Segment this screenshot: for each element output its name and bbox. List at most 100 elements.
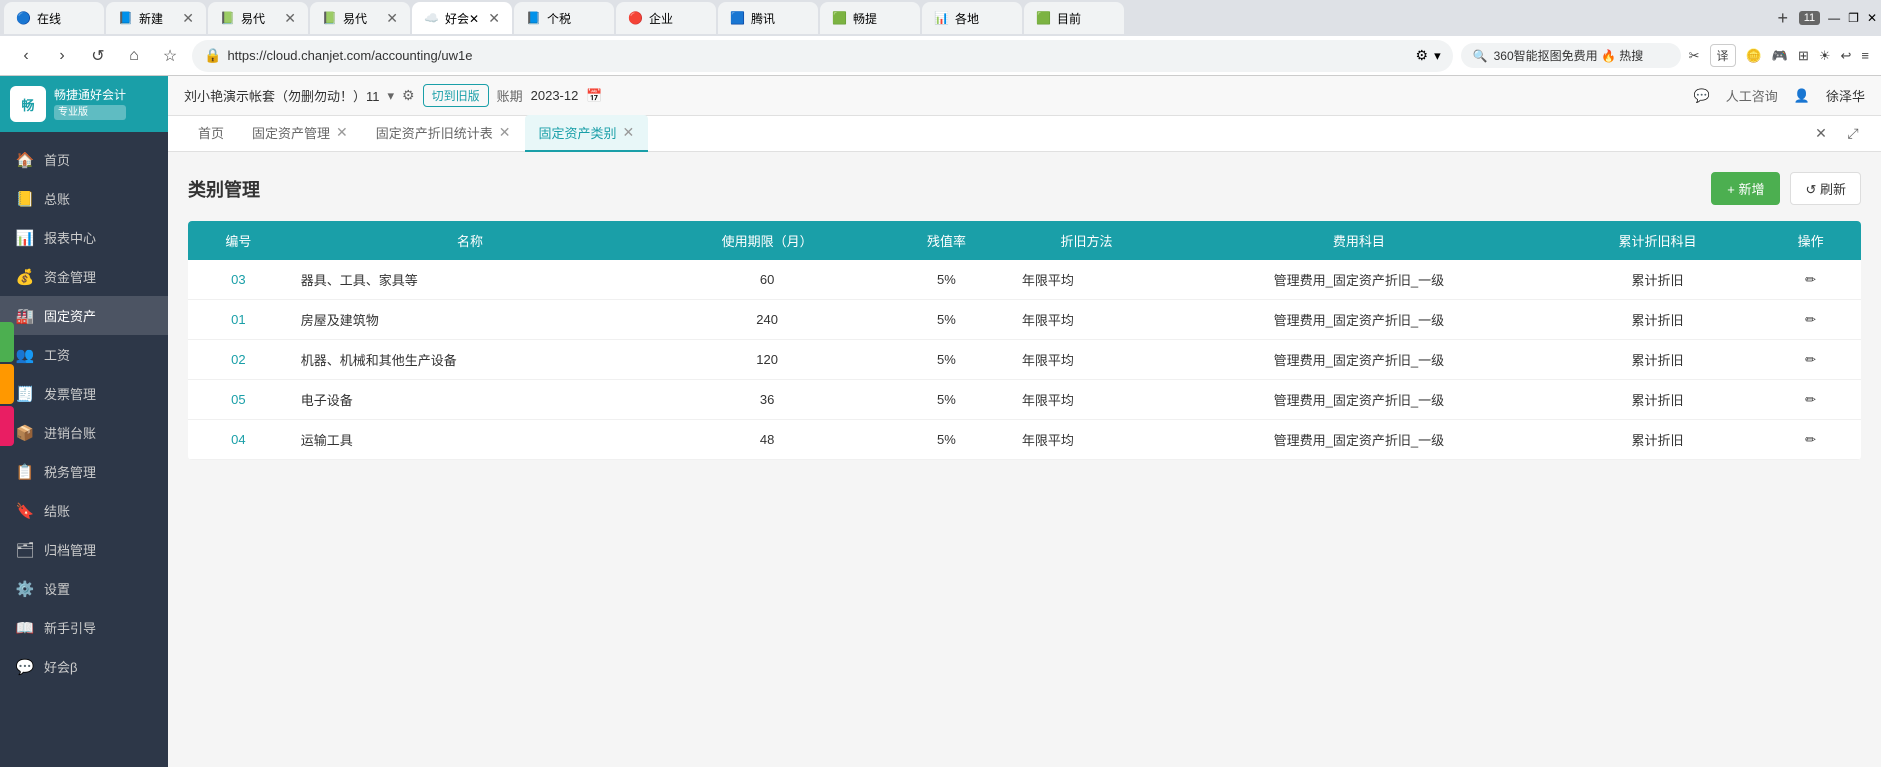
page-tab-close-icon[interactable]: ✕ xyxy=(336,124,348,141)
grid-icon[interactable]: ⊞ xyxy=(1798,48,1809,64)
coin-icon[interactable]: 🪙 xyxy=(1746,48,1762,64)
back-button[interactable]: ‹ xyxy=(12,42,40,70)
search-box[interactable]: 🔍 360智能抠图免费用 🔥 热搜 xyxy=(1461,43,1681,68)
tab-close-icon[interactable]: ✕ xyxy=(284,10,296,27)
browser-tab-8[interactable]: 🟦腾讯 xyxy=(718,2,818,34)
sidebar-item-进销台账[interactable]: 📦进销台账 xyxy=(0,413,168,452)
sidebar-item-固定资产[interactable]: 🏭固定资产 xyxy=(0,296,168,335)
address-bar: ‹ › ↺ ⌂ ☆ 🔒 https://cloud.chanjet.com/ac… xyxy=(0,36,1881,76)
left-pill-1[interactable] xyxy=(0,364,14,404)
table-cell-edit[interactable]: ✏ xyxy=(1760,340,1861,380)
action-buttons: + 新增 ↺ 刷新 xyxy=(1711,172,1861,205)
dropdown-arrow[interactable]: ▾ xyxy=(388,88,395,104)
translate-icon[interactable]: 译 xyxy=(1710,44,1736,67)
cut-icon[interactable]: ✂ xyxy=(1689,48,1700,64)
sidebar-item-工资[interactable]: 👥工资 xyxy=(0,335,168,374)
tab-close-icon[interactable]: ✕ xyxy=(182,10,194,27)
table-cell: 运输工具 xyxy=(289,420,652,460)
url-bar[interactable]: 🔒 https://cloud.chanjet.com/accounting/u… xyxy=(192,40,1453,72)
table-cell: 累计折旧 xyxy=(1555,300,1760,340)
tab-icon: 🟩 xyxy=(1036,11,1051,25)
page-tab-1[interactable]: 固定资产管理✕ xyxy=(238,115,362,152)
forward-button[interactable]: › xyxy=(48,42,76,70)
browser-tab-9[interactable]: 🟩畅提 xyxy=(820,2,920,34)
menu-icon[interactable]: ≡ xyxy=(1861,48,1869,63)
sidebar-item-发票管理[interactable]: 🧾发票管理 xyxy=(0,374,168,413)
tab-label: 畅提 xyxy=(853,10,908,27)
sidebar-item-设置[interactable]: ⚙️设置 xyxy=(0,569,168,608)
help-text[interactable]: 人工咨询 xyxy=(1726,86,1778,105)
nav-label: 资金管理 xyxy=(44,267,96,286)
sidebar-item-结账[interactable]: 🔖结账 xyxy=(0,491,168,530)
site-info-icon[interactable]: ⚙ xyxy=(1416,47,1429,64)
new-tab-button[interactable]: + xyxy=(1769,4,1797,32)
browser-tab-1[interactable]: 🔵在线 xyxy=(4,2,104,34)
window-close-icon[interactable]: ✕ xyxy=(1809,122,1833,146)
table-row: 04运输工具485%年限平均管理费用_固定资产折旧_一级累计折旧✏ xyxy=(188,420,1861,460)
nav-icon-5: 👥 xyxy=(16,346,34,364)
add-button[interactable]: + 新增 xyxy=(1711,172,1780,205)
table-cell: 累计折旧 xyxy=(1555,420,1760,460)
table-cell-edit[interactable]: ✏ xyxy=(1760,260,1861,300)
sidebar-item-资金管理[interactable]: 💰 资金管理 xyxy=(0,257,168,296)
calendar-icon[interactable]: 📅 xyxy=(586,88,602,104)
refresh-button[interactable]: ↺ 刷新 xyxy=(1790,172,1861,205)
brightness-icon[interactable]: ☀ xyxy=(1819,48,1831,64)
page-tab-3[interactable]: 固定资产类别✕ xyxy=(525,115,649,152)
help-icon: 💬 xyxy=(1694,88,1710,104)
user-settings-icon[interactable]: ⚙ xyxy=(402,87,415,104)
tab-label: 在线 xyxy=(37,10,92,27)
page-tab-close-icon[interactable]: ✕ xyxy=(623,124,635,141)
tab-close-icon[interactable]: ✕ xyxy=(1867,11,1877,25)
tab-minimize-icon[interactable]: — xyxy=(1828,11,1840,25)
home-button[interactable]: ⌂ xyxy=(120,42,148,70)
table-cell: 机器、机械和其他生产设备 xyxy=(289,340,652,380)
browser-tab-7[interactable]: 🔴企业 xyxy=(616,2,716,34)
nav-label: 进销台账 xyxy=(44,423,96,442)
switch-version-button[interactable]: 切到旧版 xyxy=(423,84,489,107)
left-pill-2[interactable] xyxy=(0,406,14,446)
browser-tab-5[interactable]: ☁️好会✕✕ xyxy=(412,2,512,34)
tab-close-icon[interactable]: ✕ xyxy=(386,10,398,27)
tab-restore-icon[interactable]: ❐ xyxy=(1848,11,1859,25)
tab-close-icon[interactable]: ✕ xyxy=(488,10,500,27)
page-tab-label: 首页 xyxy=(198,123,224,142)
sidebar-item-首页[interactable]: 🏠首页 xyxy=(0,140,168,179)
sidebar-item-总账[interactable]: 📒总账 xyxy=(0,179,168,218)
browser-tab-3[interactable]: 📗易代✕ xyxy=(208,2,308,34)
browser-tab-6[interactable]: 📘个税 xyxy=(514,2,614,34)
nav-icon-6: 🧾 xyxy=(16,385,34,403)
page-tab-0[interactable]: 首页 xyxy=(184,115,238,152)
table-cell: 器具、工具、家具等 xyxy=(289,260,652,300)
sidebar-item-归档管理[interactable]: 🗂归档管理 xyxy=(0,530,168,569)
app-header-left: 刘小艳演示帐套（勿删勿动！）11 ▾ ⚙ 切到旧版 账期 2023-12 📅 xyxy=(184,84,1682,107)
refresh-button[interactable]: ↺ xyxy=(84,42,112,70)
bookmark-button[interactable]: ☆ xyxy=(156,42,184,70)
dropdown-icon[interactable]: ▾ xyxy=(1434,48,1441,64)
sidebar-nav: 🏠首页📒总账📊报表中心 💰 资金管理 🏭固定资产👥工资🧾发票管理📦进销台账📋税务管理🔖… xyxy=(0,132,168,767)
undo-icon[interactable]: ↩ xyxy=(1841,48,1852,64)
sidebar-item-好会β[interactable]: 💬好会β xyxy=(0,647,168,686)
game-icon[interactable]: 🎮 xyxy=(1772,48,1788,64)
left-pill-0[interactable] xyxy=(0,322,14,362)
nav-label: 归档管理 xyxy=(44,540,96,559)
table-cell-edit[interactable]: ✏ xyxy=(1760,420,1861,460)
page-tab-close-icon[interactable]: ✕ xyxy=(499,124,511,141)
table-cell-edit[interactable]: ✏ xyxy=(1760,380,1861,420)
page-title: 类别管理 xyxy=(188,176,260,202)
page-tabs: 首页固定资产管理✕固定资产折旧统计表✕固定资产类别✕ ✕ ⤢ xyxy=(168,116,1881,152)
window-expand-icon[interactable]: ⤢ xyxy=(1841,122,1865,146)
table-cell: 管理费用_固定资产折旧_一级 xyxy=(1163,420,1555,460)
user-avatar-icon: 👤 xyxy=(1794,88,1810,104)
browser-toolbar: ✂ 译 🪙 🎮 ⊞ ☀ ↩ ≡ xyxy=(1689,44,1869,67)
browser-tab-10[interactable]: 📊各地 xyxy=(922,2,1022,34)
nav-icon-3: 💰 xyxy=(16,268,34,286)
sidebar-item-报表中心[interactable]: 📊报表中心 xyxy=(0,218,168,257)
sidebar-item-新手引导[interactable]: 📖新手引导 xyxy=(0,608,168,647)
browser-tab-4[interactable]: 📗易代✕ xyxy=(310,2,410,34)
page-tab-2[interactable]: 固定资产折旧统计表✕ xyxy=(362,115,525,152)
browser-tab-2[interactable]: 📘新建✕ xyxy=(106,2,206,34)
browser-tab-11[interactable]: 🟩目前 xyxy=(1024,2,1124,34)
table-cell-edit[interactable]: ✏ xyxy=(1760,300,1861,340)
sidebar-item-税务管理[interactable]: 📋税务管理 xyxy=(0,452,168,491)
